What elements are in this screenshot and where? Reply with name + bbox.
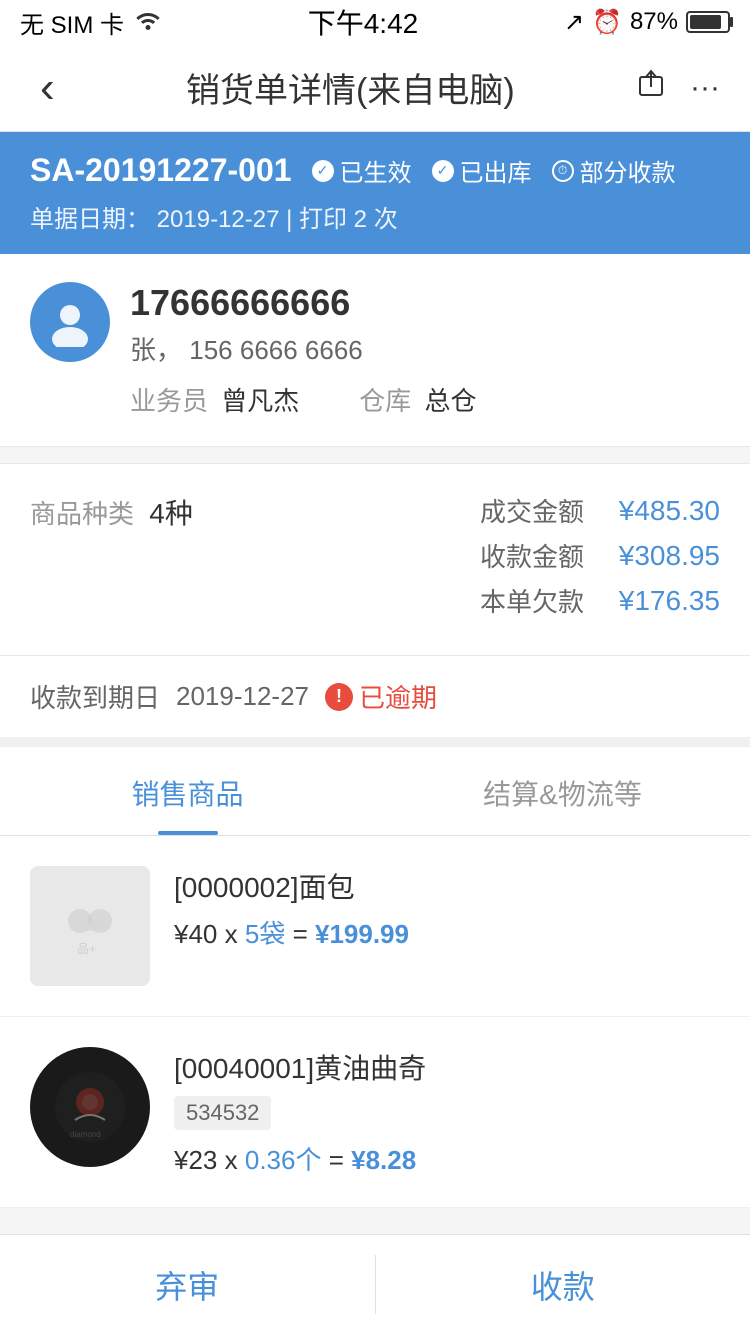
customer-avatar <box>30 282 110 362</box>
back-button[interactable]: ‹ <box>30 53 65 123</box>
status-bar: 无 SIM 卡 下午4:42 ↗ ⏰ 87% <box>0 0 750 44</box>
svg-text:diamond: diamond <box>70 1130 101 1139</box>
product-name-2: [00040001]黄油曲奇 <box>174 1047 720 1087</box>
overdue-icon: ! <box>325 683 353 711</box>
tabs-bar: 销售商品 结算&物流等 <box>0 747 750 836</box>
wifi-icon <box>134 8 162 36</box>
status-badge-effective: ✓ 已生效 <box>312 153 412 188</box>
status-right: ↗ ⏰ 87% <box>564 8 730 37</box>
page-title: 销货单详情(来自电脑) <box>186 63 515 112</box>
amount-info: 成交金额 ¥485.30 收款金额 ¥308.95 本单欠款 ¥176.35 <box>480 492 720 627</box>
share-icon[interactable] <box>636 69 666 107</box>
overdue-badge: ! 已逾期 <box>325 678 437 715</box>
product-info-2: [00040001]黄油曲奇 534532 ¥23 x 0.36个 = ¥8.2… <box>174 1047 720 1177</box>
status-left: 无 SIM 卡 <box>20 5 162 40</box>
product-thumbnail-2: diamond <box>30 1047 150 1167</box>
alarm-icon: ⏰ <box>592 8 622 37</box>
confirm-button[interactable]: 收款 <box>376 1235 750 1334</box>
status-badge-shipped: ✓ 已出库 <box>432 153 532 188</box>
order-id: SA-20191227-001 <box>30 152 292 189</box>
tab-products[interactable]: 销售商品 <box>0 747 375 835</box>
check-icon-1: ✓ <box>312 160 334 182</box>
product-type-info: 商品种类 4种 <box>30 492 193 532</box>
carrier-text: 无 SIM 卡 <box>20 5 124 40</box>
battery-text: 87% <box>630 8 678 36</box>
order-header: SA-20191227-001 ✓ 已生效 ✓ 已出库 ⏱ 部分收款 单据日期：… <box>0 132 750 254</box>
due-date-section: 收款到期日 2019-12-27 ! 已逾期 <box>0 656 750 747</box>
list-item: diamond [00040001]黄油曲奇 534532 ¥23 x 0.36… <box>0 1017 750 1208</box>
time-text: 下午4:42 <box>308 2 419 42</box>
nav-actions: ··· <box>636 69 720 107</box>
product-info-1: [0000002]面包 ¥40 x 5袋 = ¥199.99 <box>174 866 720 951</box>
check-icon-2: ✓ <box>432 160 454 182</box>
product-price-1: ¥40 x 5袋 = ¥199.99 <box>174 914 720 951</box>
tab-settlement[interactable]: 结算&物流等 <box>375 747 750 835</box>
product-sku-2: 534532 <box>174 1096 271 1130</box>
more-icon[interactable]: ··· <box>690 71 720 105</box>
location-icon: ↗ <box>564 8 584 37</box>
cancel-button[interactable]: 弃审 <box>0 1235 375 1334</box>
battery-icon <box>686 11 730 33</box>
customer-info: 17666666666 张， 156 6666 6666 业务员 曾凡杰 仓库 … <box>130 282 720 418</box>
product-list: 品+ [0000002]面包 ¥40 x 5袋 = ¥199.99 diamon… <box>0 836 750 1208</box>
product-name-1: [0000002]面包 <box>174 866 720 906</box>
salesman-info: 业务员 曾凡杰 <box>130 381 299 418</box>
svg-text:品+: 品+ <box>77 942 96 956</box>
customer-meta: 业务员 曾凡杰 仓库 总仓 <box>130 381 720 418</box>
clock-icon: ⏱ <box>552 160 574 182</box>
nav-bar: ‹ 销货单详情(来自电脑) ··· <box>0 44 750 132</box>
product-thumbnail-1: 品+ <box>30 866 150 986</box>
list-item: 品+ [0000002]面包 ¥40 x 5袋 = ¥199.99 <box>0 836 750 1017</box>
customer-section: 17666666666 张， 156 6666 6666 业务员 曾凡杰 仓库 … <box>0 254 750 447</box>
warehouse-info: 仓库 总仓 <box>359 381 476 418</box>
status-badge-partial: ⏱ 部分收款 <box>552 153 676 188</box>
customer-id: 17666666666 <box>130 282 720 324</box>
deal-amount-row: 成交金额 ¥485.30 <box>480 492 720 529</box>
customer-phone: 张， 156 6666 6666 <box>130 330 720 367</box>
received-amount-row: 收款金额 ¥308.95 <box>480 537 720 574</box>
summary-section: 商品种类 4种 成交金额 ¥485.30 收款金额 ¥308.95 本单欠款 ¥… <box>0 463 750 656</box>
owed-amount-row: 本单欠款 ¥176.35 <box>480 582 720 619</box>
bottom-bar: 弃审 收款 <box>0 1234 750 1334</box>
order-date-info: 单据日期： 2019-12-27 | 打印 2 次 <box>30 199 720 234</box>
product-price-2: ¥23 x 0.36个 = ¥8.28 <box>174 1140 720 1177</box>
